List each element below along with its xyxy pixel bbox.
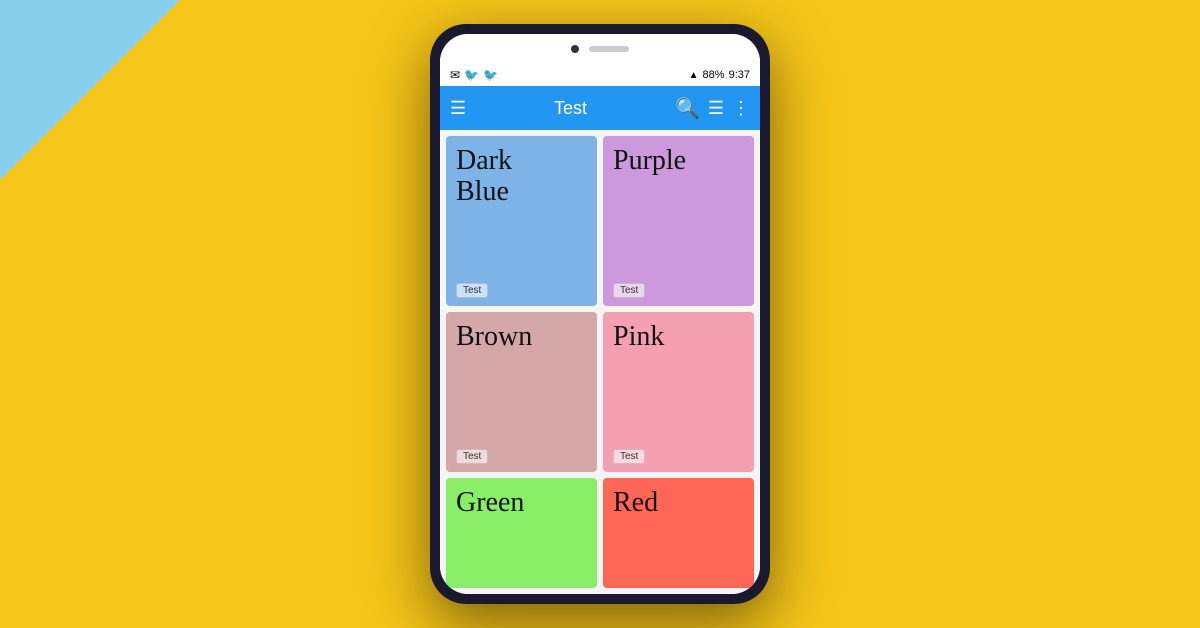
app-bar: ☰ Test 🔍 ☰ ⋮ xyxy=(440,86,760,130)
phone-speaker xyxy=(589,46,629,52)
status-bar: ✉ 🐦 🐦 ▲ 88% 9:37 xyxy=(440,64,760,86)
card-green[interactable]: Green xyxy=(446,478,597,588)
card-brown-title: Brown xyxy=(456,322,587,353)
card-purple-badge: Test xyxy=(613,283,645,298)
card-brown[interactable]: Brown Test xyxy=(446,312,597,472)
card-dark-blue-title: DarkBlue xyxy=(456,146,587,208)
card-dark-blue-badge: Test xyxy=(456,283,488,298)
notification-icon-2: 🐦 xyxy=(464,68,479,83)
notification-icon-1: ✉ xyxy=(450,68,460,83)
card-pink-badge: Test xyxy=(613,449,645,464)
status-left-icons: ✉ 🐦 🐦 xyxy=(450,68,498,83)
time-text: 9:37 xyxy=(729,69,750,81)
card-pink-title: Pink xyxy=(613,322,744,353)
more-options-icon[interactable]: ⋮ xyxy=(732,98,750,119)
battery-text: 88% xyxy=(703,69,725,81)
notification-icon-3: 🐦 xyxy=(483,68,498,83)
search-icon[interactable]: 🔍 xyxy=(675,96,700,121)
card-brown-badge: Test xyxy=(456,449,488,464)
card-purple-title: Purple xyxy=(613,146,744,177)
card-red-title: Red xyxy=(613,488,744,519)
phone-camera xyxy=(571,45,579,53)
card-purple[interactable]: Purple Test xyxy=(603,136,754,306)
signal-icon: ▲ xyxy=(689,70,699,81)
cards-grid: DarkBlue Test Purple Test Brown Test Pin… xyxy=(440,130,760,594)
status-right: ▲ 88% 9:37 xyxy=(689,69,750,81)
card-pink[interactable]: Pink Test xyxy=(603,312,754,472)
phone-bezel xyxy=(440,34,760,64)
card-green-title: Green xyxy=(456,488,587,519)
menu-icon[interactable]: ☰ xyxy=(450,98,466,119)
card-dark-blue[interactable]: DarkBlue Test xyxy=(446,136,597,306)
phone-screen: ✉ 🐦 🐦 ▲ 88% 9:37 ☰ Test 🔍 ☰ ⋮ DarkBlue T… xyxy=(440,34,760,594)
phone-shell: ✉ 🐦 🐦 ▲ 88% 9:37 ☰ Test 🔍 ☰ ⋮ DarkBlue T… xyxy=(430,24,770,604)
card-red[interactable]: Red xyxy=(603,478,754,588)
app-bar-title: Test xyxy=(474,98,667,119)
view-toggle-icon[interactable]: ☰ xyxy=(708,98,724,119)
